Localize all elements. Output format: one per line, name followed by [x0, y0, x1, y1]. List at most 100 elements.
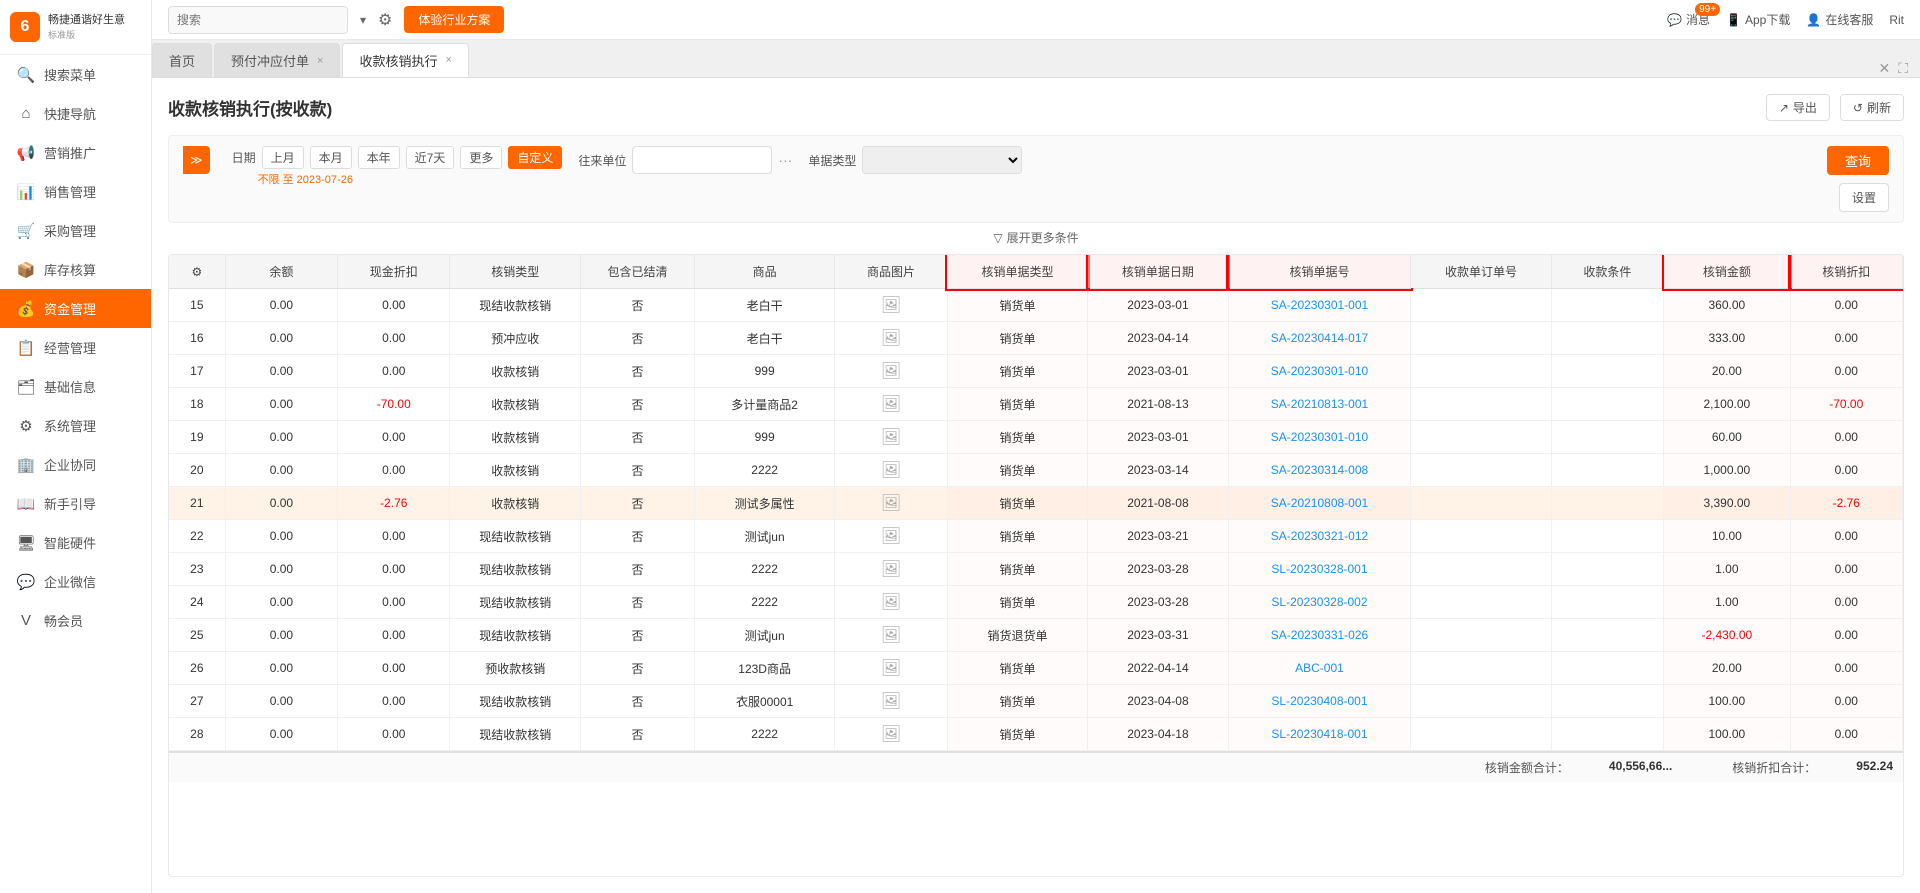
sidebar-item-sales[interactable]: 📊 销售管理	[0, 172, 151, 211]
voucher-link[interactable]: SL-20230418-001	[1271, 727, 1367, 741]
cell-goods: 测试多属性	[694, 487, 834, 520]
tab-close-receipt-offset[interactable]: ×	[445, 54, 451, 66]
date-btn-last-month[interactable]: 上月	[262, 146, 304, 169]
voucher-link[interactable]: SL-20230328-001	[1271, 562, 1367, 576]
expand-icon: ▽	[993, 231, 1002, 245]
sidebar-menu: 🔍 搜索菜单 ⌂ 快捷导航 📢 营销推广 📊 销售管理 🛒 采购管理 📦 库存核…	[0, 55, 151, 893]
goods-image-thumb: 🖼	[881, 429, 901, 446]
sidebar-item-vip[interactable]: V 畅会员	[0, 601, 151, 640]
cell-voucher_bill_no[interactable]: SL-20230418-001	[1228, 718, 1411, 751]
sidebar-item-wechat[interactable]: 💬 企业微信	[0, 562, 151, 601]
cell-voucher_bill_no[interactable]: SA-20230331-026	[1228, 619, 1411, 652]
refresh-btn[interactable]: ↺ 刷新	[1840, 94, 1904, 121]
data-table: ⚙余额现金折扣核销类型包含已结清商品商品图片核销单据类型核销单据日期核销单据号收…	[169, 255, 1903, 751]
sidebar-item-guide[interactable]: 📖 新手引导	[0, 484, 151, 523]
tab-close-prepay[interactable]: ×	[317, 55, 323, 67]
sidebar-label-marketing: 营销推广	[44, 143, 96, 162]
industry-btn[interactable]: 体验行业方案	[404, 6, 504, 33]
cell-offset_type: 现结收款核销	[450, 685, 581, 718]
window-close-icon[interactable]: ✕	[1878, 60, 1890, 77]
cell-voucher_bill_no[interactable]: SL-20230408-001	[1228, 685, 1411, 718]
cell-voucher_bill_no[interactable]: SA-20210813-001	[1228, 388, 1411, 421]
vip-icon: V	[16, 612, 36, 629]
date-btn-this-month[interactable]: 本月	[310, 146, 352, 169]
cell-voucher_bill_no[interactable]: SA-20230314-008	[1228, 454, 1411, 487]
cell-voucher_bill_no[interactable]: SA-20230414-017	[1228, 322, 1411, 355]
query-btn[interactable]: 查询	[1827, 146, 1889, 175]
page-title: 收款核销执行(按收款)	[168, 95, 332, 120]
cell-voucher_bill_no[interactable]: SL-20230328-002	[1228, 586, 1411, 619]
sidebar-item-purchase[interactable]: 🛒 采购管理	[0, 211, 151, 250]
date-btn-custom[interactable]: 自定义	[508, 146, 562, 169]
user-label[interactable]: Rit	[1889, 13, 1904, 27]
cell-no: 24	[169, 586, 225, 619]
voucher-link[interactable]: SL-20230408-001	[1271, 694, 1367, 708]
cell-goods_image: 🖼	[835, 652, 947, 685]
tab-receipt-offset[interactable]: 收款核销执行×	[342, 43, 468, 77]
voucher-link[interactable]: SA-20230301-010	[1271, 430, 1368, 444]
voucher-link[interactable]: SA-20230301-001	[1271, 298, 1368, 312]
sidebar-item-marketing[interactable]: 📢 营销推广	[0, 133, 151, 172]
sidebar-label-purchase: 采购管理	[44, 221, 96, 240]
sidebar-item-operations[interactable]: 📋 经营管理	[0, 328, 151, 367]
cell-including_settled: 否	[581, 487, 695, 520]
topbar-search-input[interactable]	[168, 6, 348, 34]
voucher-link[interactable]: SA-20230321-012	[1271, 529, 1368, 543]
cell-receipt_condition	[1551, 718, 1663, 751]
cell-voucher_bill_no[interactable]: SA-20230301-001	[1228, 289, 1411, 322]
voucher-link[interactable]: SA-20230331-026	[1271, 628, 1368, 642]
online-service-btn[interactable]: 👤 在线客服	[1806, 11, 1873, 28]
chevron-down-icon: ▾	[360, 13, 366, 27]
tab-prepay[interactable]: 预付冲应付单×	[214, 43, 340, 77]
cell-voucher_bill_no[interactable]: SA-20230301-010	[1228, 421, 1411, 454]
sidebar-label-system: 系统管理	[44, 416, 96, 435]
sidebar-item-basic-info[interactable]: 🗂 基础信息	[0, 367, 151, 406]
sidebar-item-quick-nav[interactable]: ⌂ 快捷导航	[0, 94, 151, 133]
app-download-btn[interactable]: 📱 App下载	[1726, 11, 1790, 28]
topbar-dropdown[interactable]: ▾	[360, 13, 366, 27]
export-btn[interactable]: ↗ 导出	[1766, 94, 1830, 121]
voucher-link[interactable]: SA-20210808-001	[1271, 496, 1368, 510]
message-btn[interactable]: 💬 消息 99+	[1667, 11, 1710, 28]
counterparty-dots[interactable]: ···	[778, 152, 792, 168]
sidebar-item-system[interactable]: ⚙ 系统管理	[0, 406, 151, 445]
voucher-link[interactable]: SA-20210813-001	[1271, 397, 1368, 411]
date-btn-this-year[interactable]: 本年	[358, 146, 400, 169]
sidebar-item-finance[interactable]: 💰 资金管理	[0, 289, 151, 328]
cell-goods_image: 🖼	[835, 487, 947, 520]
sidebar-item-smart-hw[interactable]: 🖥 智能硬件	[0, 523, 151, 562]
voucher-link[interactable]: SA-20230301-010	[1271, 364, 1368, 378]
cell-voucher_bill_no[interactable]: ABC-001	[1228, 652, 1411, 685]
expand-conditions-btn[interactable]: ▽ 展开更多条件	[168, 229, 1904, 246]
window-expand-icon[interactable]: ⛶	[1898, 60, 1908, 77]
cell-voucher_bill_no[interactable]: SA-20230301-010	[1228, 355, 1411, 388]
voucher-type-select[interactable]	[862, 146, 1022, 174]
sidebar-item-company[interactable]: 🏢 企业协同	[0, 445, 151, 484]
cell-goods: 2222	[694, 718, 834, 751]
tab-home[interactable]: 首页	[152, 43, 212, 77]
gear-icon[interactable]: ⚙	[378, 10, 392, 30]
cell-voucher_bill_no[interactable]: SA-20230321-012	[1228, 520, 1411, 553]
cell-voucher_bill_no[interactable]: SL-20230328-001	[1228, 553, 1411, 586]
col-header-receipt_condition: 收款条件	[1551, 255, 1663, 289]
voucher-link[interactable]: SL-20230328-002	[1271, 595, 1367, 609]
cell-receipt_order_no	[1411, 520, 1551, 553]
sidebar-item-search[interactable]: 🔍 搜索菜单	[0, 55, 151, 94]
expand-sidebar-btn[interactable]: ≫	[183, 146, 210, 174]
date-btn-7days[interactable]: 近7天	[406, 146, 455, 169]
cell-including_settled: 否	[581, 520, 695, 553]
cell-cash_discount: 0.00	[338, 685, 450, 718]
cell-receipt_order_no	[1411, 619, 1551, 652]
counterparty-input[interactable]	[632, 146, 772, 174]
voucher-link[interactable]: SA-20230314-008	[1271, 463, 1368, 477]
voucher-link[interactable]: SA-20230414-017	[1271, 331, 1368, 345]
sidebar-item-inventory[interactable]: 📦 库存核算	[0, 250, 151, 289]
date-btn-more[interactable]: 更多	[460, 146, 502, 169]
voucher-link[interactable]: ABC-001	[1295, 661, 1344, 675]
cell-goods_image: 🖼	[835, 322, 947, 355]
cell-offset_type: 收款核销	[450, 388, 581, 421]
settings-btn[interactable]: 设置	[1839, 183, 1889, 212]
cell-offset_amount: 1.00	[1664, 553, 1790, 586]
cell-including_settled: 否	[581, 685, 695, 718]
cell-voucher_bill_no[interactable]: SA-20210808-001	[1228, 487, 1411, 520]
